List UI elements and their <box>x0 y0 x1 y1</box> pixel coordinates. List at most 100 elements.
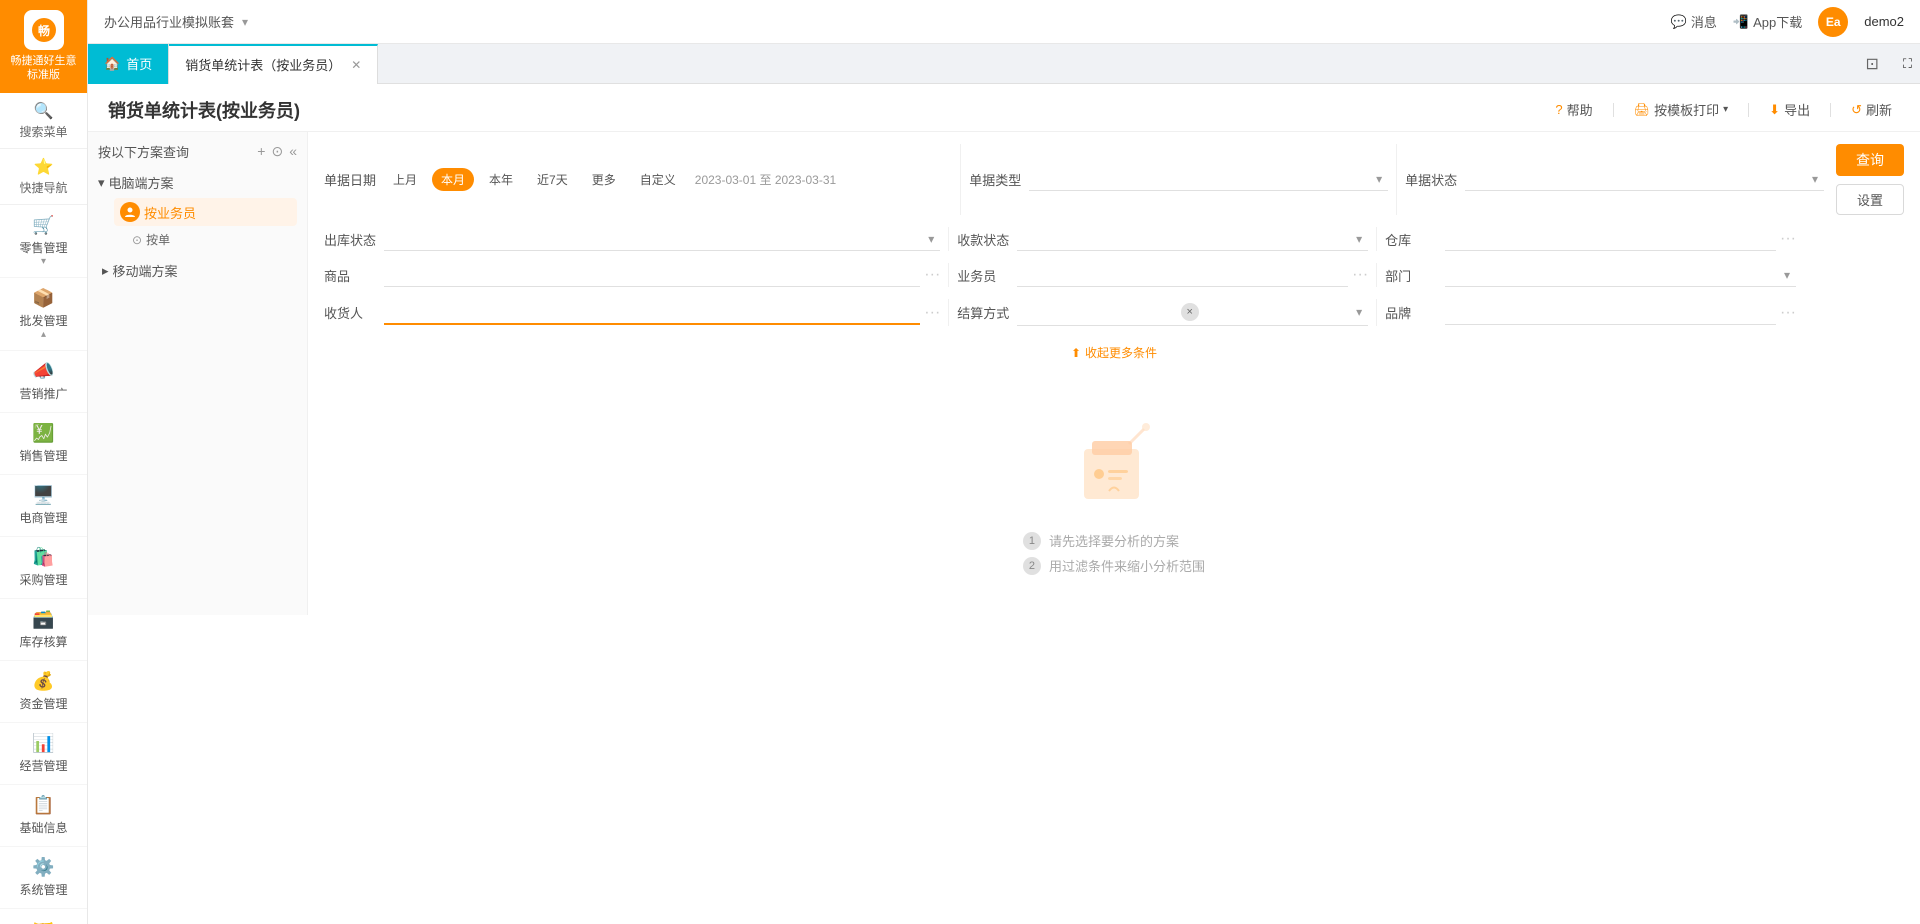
print-btn[interactable]: 🖨 按模板打印 ▾ <box>1626 96 1737 123</box>
expand-icon: ⊡ <box>1865 54 1878 74</box>
warehouse-dots[interactable]: ··· <box>1776 230 1796 248</box>
sidebar-item-enterprise[interactable]: 🤝 企业协同 <box>0 909 87 924</box>
tree-child-salesperson[interactable]: 按业务员 <box>114 198 297 226</box>
finance-label: 资金管理 <box>19 695 67 712</box>
date-btn-last-month[interactable]: 上月 <box>384 168 426 191</box>
filter-field-receiver: 收货人 ··· <box>324 300 940 325</box>
message-btn[interactable]: 💬 消息 <box>1671 12 1717 31</box>
sidebar-item-operations[interactable]: 📊 经营管理 <box>0 723 87 785</box>
sidebar-item-ecommerce[interactable]: 🖥️ 电商管理 <box>0 475 87 537</box>
empty-state: 1 请先选择要分析的方案 2 用过滤条件来缩小分析范围 <box>308 379 1920 615</box>
payment-status-arrow: ▾ <box>1356 232 1362 246</box>
setting-btn[interactable]: 设置 <box>1836 184 1904 215</box>
sidebar-item-system[interactable]: ⚙️ 系统管理 <box>0 847 87 909</box>
tree-grandchild-order[interactable]: ⊙ 按单 <box>126 228 297 251</box>
topbar: 办公用品行业模拟账套 ▾ 💬 消息 📲 App下载 Ea demo2 <box>88 0 1920 44</box>
tree-section-mobile: ▸ 移动端方案 <box>98 257 297 284</box>
sidebar-logo[interactable]: 畅 畅捷通好生意 标准版 <box>0 0 87 93</box>
hint-text-1: 请先选择要分析的方案 <box>1049 531 1179 550</box>
basic-icon: 📋 <box>32 795 54 816</box>
filter-divider-7 <box>948 299 949 326</box>
topbar-left: 办公用品行业模拟账套 ▾ <box>104 12 248 31</box>
out-status-label: 出库状态 <box>324 230 384 249</box>
date-btn-this-year[interactable]: 本年 <box>480 168 522 191</box>
date-label: 单据日期 <box>324 170 384 189</box>
page: 销货单统计表(按业务员) ? 帮助 🖨 按模板打印 ▾ ⬇ <box>88 84 1920 924</box>
collapse-up-icon: ⬆ <box>1071 346 1081 360</box>
salesperson-input[interactable] <box>1017 263 1348 287</box>
topbar-dropdown-icon[interactable]: ▾ <box>242 15 248 29</box>
hint-num-2: 2 <box>1023 557 1041 575</box>
finance-icon: 💰 <box>32 671 54 692</box>
payment-status-select[interactable]: ▾ <box>1017 228 1368 251</box>
tree-grandchildren: ⊙ 按单 <box>114 228 297 251</box>
date-range-text: 2023-03-01 至 2023-03-31 <box>695 171 836 188</box>
receiver-dots[interactable]: ··· <box>920 304 940 322</box>
tab-close-icon[interactable]: ✕ <box>351 58 361 72</box>
filter-field-warehouse: 仓库 ··· <box>1385 227 1796 251</box>
department-select[interactable]: ▾ <box>1445 264 1796 287</box>
filter-field-out-status: 出库状态 ▾ <box>324 228 940 251</box>
tab-home[interactable]: 🏠 首页 <box>88 44 169 84</box>
query-btn[interactable]: 查询 <box>1836 144 1904 176</box>
app-download-btn[interactable]: 📲 App下载 <box>1733 12 1802 31</box>
tab-fullscreen-btn[interactable]: ⛶ <box>1895 56 1920 72</box>
scheme-title: 按以下方案查询 <box>98 142 189 161</box>
user-name[interactable]: demo2 <box>1864 14 1904 29</box>
sidebar-shortcut[interactable]: ⭐ 快捷导航 <box>0 149 87 205</box>
date-btn-custom[interactable]: 自定义 <box>631 168 685 191</box>
tree-parent-mobile[interactable]: ▸ 移动端方案 <box>98 257 297 284</box>
sidebar-item-basic[interactable]: 📋 基础信息 <box>0 785 87 847</box>
sidebar-item-wholesale[interactable]: 📦 批发管理 ▴ <box>0 278 87 351</box>
date-btn-more[interactable]: 更多 <box>583 168 625 191</box>
retail-icon: 🛒 <box>32 215 54 236</box>
filter-row-4: 收货人 ··· 结算方式 × <box>324 299 1904 326</box>
shortcut-icon: ⭐ <box>34 157 54 177</box>
collapse-btn[interactable]: ⬆ 收起更多条件 <box>324 338 1904 367</box>
tree-parent-desktop[interactable]: ▾ 电脑端方案 <box>98 169 297 196</box>
date-btn-this-month[interactable]: 本月 <box>432 168 474 191</box>
scheme-settings-icon[interactable]: ⊙ <box>271 143 283 160</box>
sidebar-search[interactable]: 🔍 搜索菜单 <box>0 93 87 149</box>
svg-text:畅: 畅 <box>37 23 49 38</box>
doc-type-select[interactable]: ▾ <box>1029 168 1388 191</box>
product-input[interactable] <box>384 263 920 287</box>
sidebar-item-finance[interactable]: 💰 资金管理 <box>0 661 87 723</box>
settle-clear-btn[interactable]: × <box>1181 303 1199 321</box>
tab-sales-stat[interactable]: 销货单统计表（按业务员） ✕ <box>169 44 378 84</box>
salesperson-dots[interactable]: ··· <box>1348 266 1368 284</box>
message-icon: 💬 <box>1671 14 1687 30</box>
refresh-btn[interactable]: ↺ 刷新 <box>1843 96 1900 123</box>
settle-select[interactable]: × ▾ <box>1017 299 1368 326</box>
out-status-select[interactable]: ▾ <box>384 228 940 251</box>
fullscreen-icon: ⛶ <box>1903 56 1912 71</box>
product-dots[interactable]: ··· <box>920 266 940 284</box>
scheme-add-icon[interactable]: + <box>257 143 265 160</box>
brand-dots[interactable]: ··· <box>1776 304 1796 322</box>
settle-label: 结算方式 <box>957 303 1017 322</box>
help-btn[interactable]: ? 帮助 <box>1547 96 1600 123</box>
sidebar-item-inventory[interactable]: 🗃️ 库存核算 <box>0 599 87 661</box>
doc-status-select[interactable]: ▾ <box>1465 168 1824 191</box>
export-icon: ⬇ <box>1769 102 1780 118</box>
empty-hint-1: 1 请先选择要分析的方案 <box>1023 531 1205 550</box>
export-btn[interactable]: ⬇ 导出 <box>1761 96 1818 123</box>
avatar[interactable]: Ea <box>1818 7 1848 37</box>
receiver-input[interactable] <box>384 300 920 325</box>
logo-text: 畅捷通好生意 标准版 <box>6 54 81 83</box>
wholesale-arrow: ▴ <box>41 329 46 340</box>
date-btn-last7[interactable]: 近7天 <box>528 168 577 191</box>
inventory-icon: 🗃️ <box>32 609 54 630</box>
tree-label-desktop: 电脑端方案 <box>109 173 174 192</box>
warehouse-input[interactable] <box>1445 227 1776 251</box>
brand-input[interactable] <box>1445 301 1776 325</box>
filter-field-brand: 品牌 ··· <box>1385 301 1796 325</box>
sidebar-item-marketing[interactable]: 📣 营销推广 <box>0 351 87 413</box>
sidebar-item-purchase[interactable]: 🛍️ 采购管理 <box>0 537 87 599</box>
tab-expand-btn[interactable]: ⊡ <box>1853 54 1890 74</box>
sidebar-item-sales[interactable]: 💹 销售管理 <box>0 413 87 475</box>
sidebar-item-retail[interactable]: 🛒 零售管理 ▾ <box>0 205 87 278</box>
action-sep3 <box>1830 103 1831 117</box>
receiver-label: 收货人 <box>324 303 384 322</box>
scheme-collapse-icon[interactable]: « <box>289 143 297 160</box>
